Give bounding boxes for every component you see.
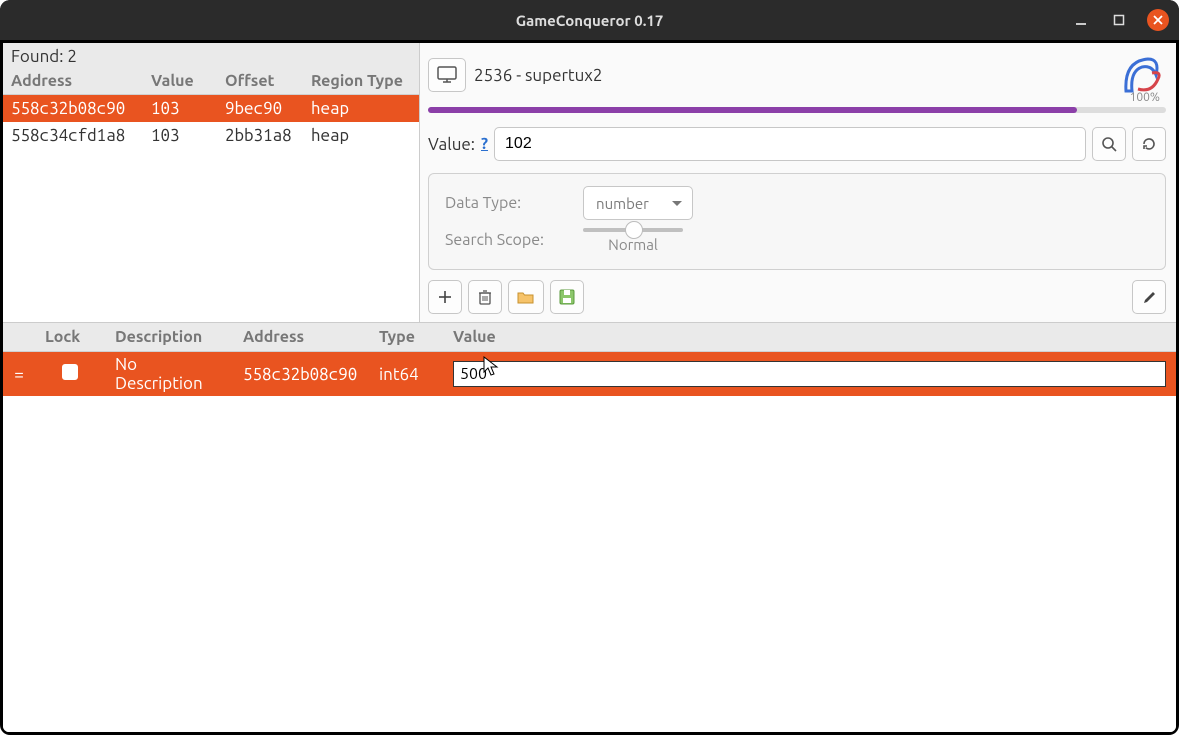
value-help-link[interactable]: ? [481, 135, 488, 153]
scan-options: Data Type: number Search Scope: Normal [428, 173, 1166, 270]
results-panel: Found: 2 Address Value Offset Region Typ… [3, 43, 420, 322]
search-button[interactable] [1092, 127, 1126, 161]
window-title: GameConqueror 0.17 [516, 12, 664, 29]
titlebar: GameConqueror 0.17 [0, 0, 1179, 40]
table-row[interactable]: 558c32b08c90 103 9bec90 heap [3, 95, 419, 123]
cheat-table[interactable]: Lock Description Address Type Value = No… [3, 323, 1176, 396]
progress-text: 100% [1130, 91, 1160, 104]
col-lock[interactable]: Lock [35, 323, 105, 352]
data-type-dropdown[interactable]: number [583, 186, 693, 220]
refresh-icon [1141, 136, 1157, 152]
delete-button[interactable] [468, 280, 502, 314]
results-table[interactable]: Address Value Offset Region Type 558c32b… [3, 68, 419, 149]
value-edit-input[interactable] [453, 361, 1166, 387]
scope-slider[interactable] [583, 228, 683, 232]
col-value[interactable]: Value [143, 68, 217, 95]
search-icon [1101, 136, 1117, 152]
col-offset[interactable]: Offset [217, 68, 303, 95]
progress-bar: 100% [428, 107, 1166, 113]
value-label: Value: [428, 135, 475, 154]
value-input[interactable] [494, 127, 1086, 161]
close-button[interactable] [1147, 9, 1169, 31]
edit-button[interactable] [1132, 280, 1166, 314]
select-process-button[interactable] [428, 58, 466, 92]
col-desc[interactable]: Description [105, 323, 233, 352]
save-icon [559, 289, 575, 305]
data-type-label: Data Type: [445, 194, 565, 212]
col-address[interactable]: Address [3, 68, 143, 95]
open-button[interactable] [508, 280, 544, 314]
scope-label: Search Scope: [445, 231, 565, 249]
process-label: 2536 - supertux2 [474, 66, 602, 85]
reset-button[interactable] [1132, 127, 1166, 161]
lock-checkbox[interactable] [62, 364, 78, 380]
col-ctype[interactable]: Type [369, 323, 443, 352]
scan-panel: 2536 - supertux2 100% Value: ? [420, 43, 1176, 322]
maximize-button[interactable] [1109, 10, 1129, 30]
col-caddr[interactable]: Address [233, 323, 369, 352]
trash-icon [478, 289, 492, 305]
col-region[interactable]: Region Type [303, 68, 419, 95]
pencil-icon [1142, 290, 1157, 305]
col-cvalue[interactable]: Value [443, 323, 1176, 352]
plus-icon [438, 290, 452, 304]
minimize-button[interactable] [1071, 10, 1091, 30]
table-row[interactable]: 558c34cfd1a8 103 2bb31a8 heap [3, 122, 419, 149]
monitor-icon [437, 66, 457, 84]
found-label: Found: 2 [3, 43, 419, 68]
cheat-row[interactable]: = No Description 558c32b08c90 int64 [3, 352, 1176, 397]
cheat-panel: Lock Description Address Type Value = No… [3, 323, 1176, 732]
add-button[interactable] [428, 280, 462, 314]
folder-open-icon [517, 290, 535, 304]
save-button[interactable] [550, 280, 584, 314]
